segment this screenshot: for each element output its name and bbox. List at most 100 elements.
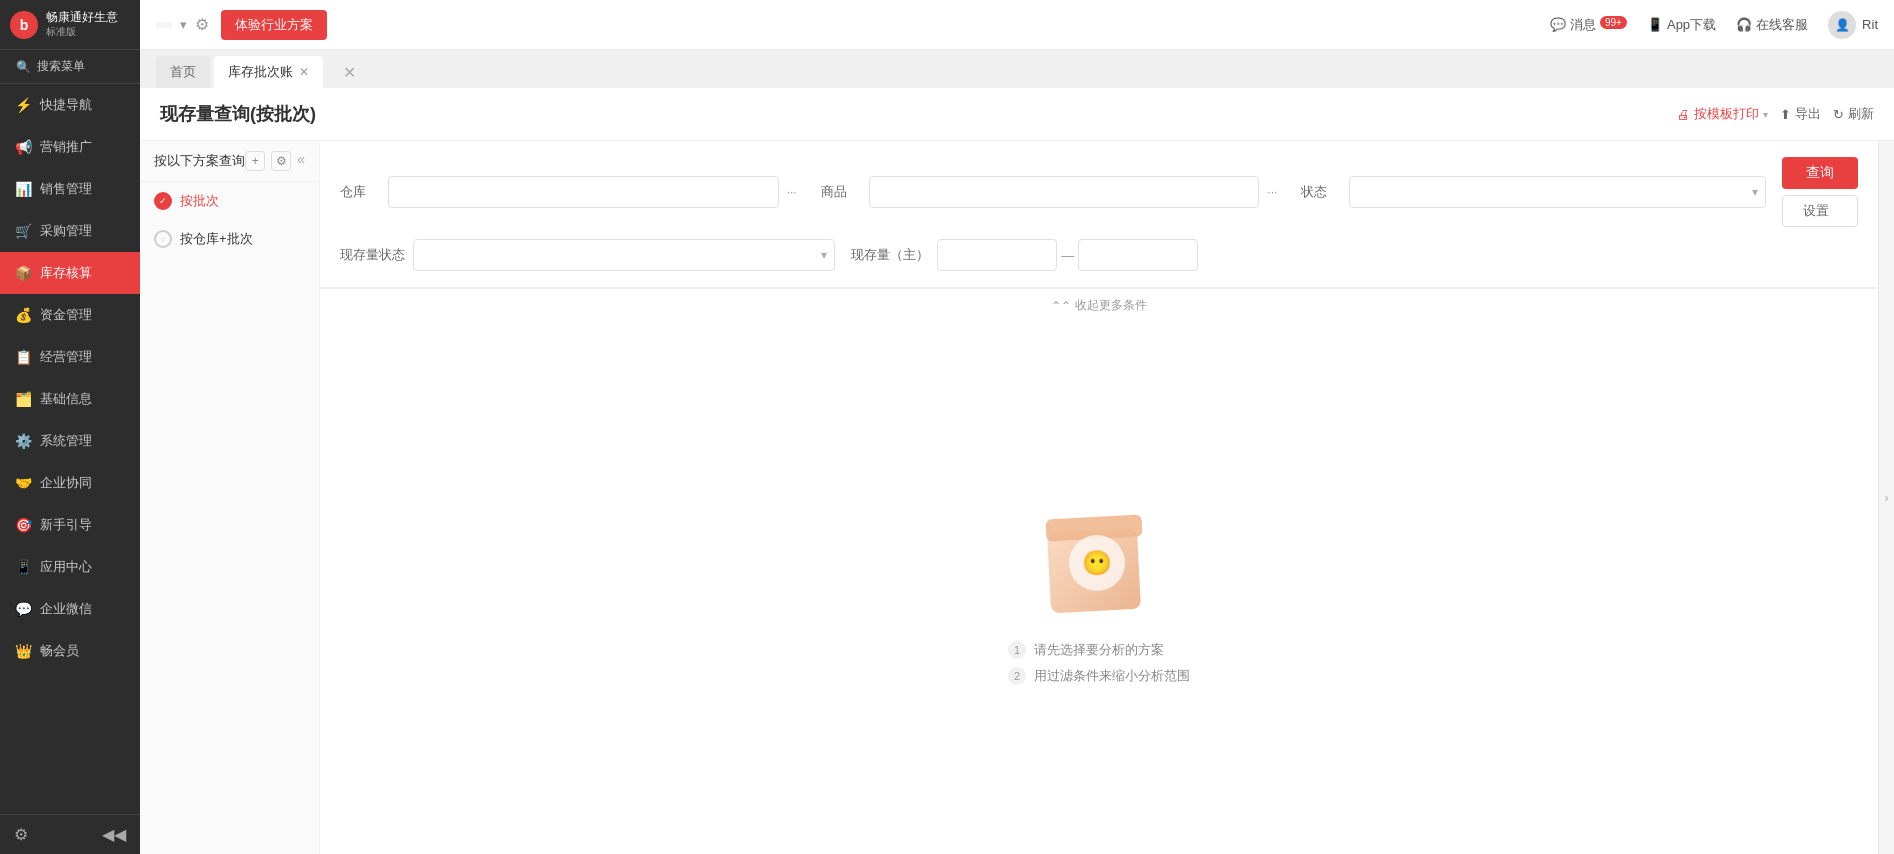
wechat-icon: 💬 bbox=[14, 600, 32, 618]
wechat-label: 企业微信 bbox=[40, 600, 92, 618]
message-action[interactable]: 💬 消息 99+ bbox=[1550, 16, 1627, 34]
app-download-action[interactable]: 📱 App下载 bbox=[1647, 16, 1716, 34]
avatar: 👤 bbox=[1828, 11, 1856, 39]
appcenter-icon: 📱 bbox=[14, 558, 32, 576]
scheme-item-warehouse-batch[interactable]: ○ 按仓库+批次 bbox=[140, 220, 319, 258]
member-label: 畅会员 bbox=[40, 642, 79, 660]
add-scheme-btn[interactable]: + bbox=[245, 151, 265, 171]
chevron-up-icon: ⌃⌃ bbox=[1051, 299, 1071, 313]
scheme-item-batch[interactable]: ✓ 按批次 bbox=[140, 182, 319, 220]
sidebar-item-marketing[interactable]: 📢 营销推广 bbox=[0, 126, 140, 168]
collapse-more-btn[interactable]: ⌃⌃ 收起更多条件 bbox=[320, 288, 1878, 322]
body-area: 按以下方案查询 + ⚙ « ✓ 按批次 ○ 按仓库+批次 bbox=[140, 141, 1894, 854]
tab-batch-close-icon[interactable]: ✕ bbox=[299, 65, 309, 79]
operations-label: 经营管理 bbox=[40, 348, 92, 366]
print-btn[interactable]: 🖨 按模板打印 ▾ bbox=[1677, 105, 1768, 123]
trial-btn[interactable]: 体验行业方案 bbox=[221, 10, 327, 40]
warehouse-field: 仓库 ··· bbox=[340, 176, 805, 208]
warehouse-input[interactable] bbox=[388, 176, 779, 208]
warehouse-more-btn[interactable]: ··· bbox=[779, 181, 805, 203]
tab-home[interactable]: 首页 bbox=[156, 56, 210, 88]
refresh-btn[interactable]: ↻ 刷新 bbox=[1833, 105, 1874, 123]
filter-area: 仓库 ··· 商品 ··· 状态 bbox=[320, 141, 1878, 288]
left-panel-title: 按以下方案查询 bbox=[154, 152, 245, 170]
topbar-left: ▾ ⚙ 体验行业方案 bbox=[156, 10, 1550, 40]
sidebar-item-enterprise[interactable]: 🤝 企业协同 bbox=[0, 462, 140, 504]
product-label: 商品 bbox=[821, 183, 861, 201]
breadcrumb-dropdown-icon[interactable]: ▾ bbox=[180, 17, 187, 32]
right-sidebar-chevron: › bbox=[1885, 491, 1889, 505]
breadcrumb bbox=[156, 22, 172, 28]
right-sidebar-toggle[interactable]: › bbox=[1878, 141, 1894, 854]
status-select-wrap bbox=[1349, 176, 1766, 208]
tip-text-1: 请先选择要分析的方案 bbox=[1034, 641, 1164, 659]
topbar-gear-icon[interactable]: ⚙ bbox=[195, 15, 209, 34]
headset-icon: 🎧 bbox=[1736, 17, 1752, 32]
purchase-label: 采购管理 bbox=[40, 222, 92, 240]
tip-num-1: 1 bbox=[1008, 641, 1026, 659]
collapse-sidebar-icon[interactable]: ◀◀ bbox=[102, 825, 126, 844]
enterprise-icon: 🤝 bbox=[14, 474, 32, 492]
status-select[interactable] bbox=[1349, 176, 1766, 208]
stock-status-field: 现存量状态 bbox=[340, 239, 835, 271]
sidebar-item-basics[interactable]: 🗂️ 基础信息 bbox=[0, 378, 140, 420]
sales-label: 销售管理 bbox=[40, 180, 92, 198]
search-menu-label: 搜索菜单 bbox=[37, 58, 85, 75]
page-header: 现存量查询(按批次) 🖨 按模板打印 ▾ ⬆ 导出 ↻ 刷新 bbox=[140, 88, 1894, 141]
product-more-btn[interactable]: ··· bbox=[1259, 181, 1285, 203]
online-service-label: 在线客服 bbox=[1756, 16, 1808, 34]
stock-qty-field: 现存量（主） — bbox=[851, 239, 1346, 271]
online-service-action[interactable]: 🎧 在线客服 bbox=[1736, 16, 1808, 34]
stock-qty-from-input[interactable] bbox=[937, 239, 1057, 271]
sidebar-item-wechat[interactable]: 💬 企业微信 bbox=[0, 588, 140, 630]
settings-footer-icon[interactable]: ⚙ bbox=[14, 825, 28, 844]
sidebar-item-member[interactable]: 👑 畅会员 bbox=[0, 630, 140, 672]
user-area[interactable]: 👤 Rit bbox=[1828, 11, 1878, 39]
topbar: ▾ ⚙ 体验行业方案 💬 消息 99+ 📱 App下载 🎧 在线客服 👤 Rit bbox=[140, 0, 1894, 50]
marketing-icon: 📢 bbox=[14, 138, 32, 156]
inventory-icon: 📦 bbox=[14, 264, 32, 282]
stock-status-select-wrap bbox=[413, 239, 835, 271]
refresh-icon: ↻ bbox=[1833, 107, 1844, 122]
sidebar-item-newguide[interactable]: 🎯 新手引导 bbox=[0, 504, 140, 546]
tab-batch[interactable]: 库存批次账 ✕ bbox=[214, 56, 323, 88]
tabs-bar: 首页 库存批次账 ✕ ✕ bbox=[140, 50, 1894, 88]
empty-tips: 1 请先选择要分析的方案 2 用过滤条件来缩小分析范围 bbox=[1008, 641, 1190, 685]
query-btn[interactable]: 查询 bbox=[1782, 157, 1858, 189]
print-icon: 🖨 bbox=[1677, 107, 1690, 122]
username-label: Rit bbox=[1862, 17, 1878, 32]
stock-qty-to-input[interactable] bbox=[1078, 239, 1198, 271]
appcenter-label: 应用中心 bbox=[40, 558, 92, 576]
shortcut-label: 快捷导航 bbox=[40, 96, 92, 114]
search-menu-item[interactable]: 🔍 搜索菜单 bbox=[0, 50, 140, 84]
sidebar-item-appcenter[interactable]: 📱 应用中心 bbox=[0, 546, 140, 588]
export-btn-label: 导出 bbox=[1795, 105, 1821, 123]
export-btn[interactable]: ⬆ 导出 bbox=[1780, 105, 1821, 123]
print-dropdown-icon[interactable]: ▾ bbox=[1763, 109, 1768, 120]
empty-area: 😶 1 请先选择要分析的方案 2 用过滤条件来缩小分析范围 bbox=[320, 322, 1878, 854]
tab-batch-label: 库存批次账 bbox=[228, 63, 293, 81]
sidebar-item-purchase[interactable]: 🛒 采购管理 bbox=[0, 210, 140, 252]
message-label: 消息 bbox=[1570, 16, 1596, 34]
settings-scheme-btn[interactable]: ⚙ bbox=[271, 151, 291, 171]
sidebar-item-shortcut[interactable]: ⚡ 快捷导航 bbox=[0, 84, 140, 126]
tab-close-main-icon[interactable]: ✕ bbox=[335, 63, 364, 82]
settings-btn[interactable]: 设置 bbox=[1782, 195, 1858, 227]
empty-tip-1: 1 请先选择要分析的方案 bbox=[1008, 641, 1190, 659]
sidebar-item-sales[interactable]: 📊 销售管理 bbox=[0, 168, 140, 210]
sidebar-item-finance[interactable]: 💰 资金管理 bbox=[0, 294, 140, 336]
product-field: 商品 ··· bbox=[821, 176, 1286, 208]
sidebar-item-operations[interactable]: 📋 经营管理 bbox=[0, 336, 140, 378]
main-area: ▾ ⚙ 体验行业方案 💬 消息 99+ 📱 App下载 🎧 在线客服 👤 Rit bbox=[140, 0, 1894, 854]
sidebar-nav: ⚡ 快捷导航 📢 营销推广 📊 销售管理 🛒 采购管理 📦 库存核算 💰 资金管… bbox=[0, 84, 140, 814]
collapse-panel-btn[interactable]: « bbox=[297, 151, 305, 171]
export-icon: ⬆ bbox=[1780, 107, 1791, 122]
app-edition: 标准版 bbox=[46, 25, 118, 39]
search-icon: 🔍 bbox=[16, 60, 31, 74]
status-label: 状态 bbox=[1301, 183, 1341, 201]
sidebar-item-system[interactable]: ⚙️ 系统管理 bbox=[0, 420, 140, 462]
sidebar-item-inventory[interactable]: 📦 库存核算 bbox=[0, 252, 140, 294]
system-label: 系统管理 bbox=[40, 432, 92, 450]
product-input[interactable] bbox=[869, 176, 1260, 208]
stock-status-select[interactable] bbox=[413, 239, 835, 271]
